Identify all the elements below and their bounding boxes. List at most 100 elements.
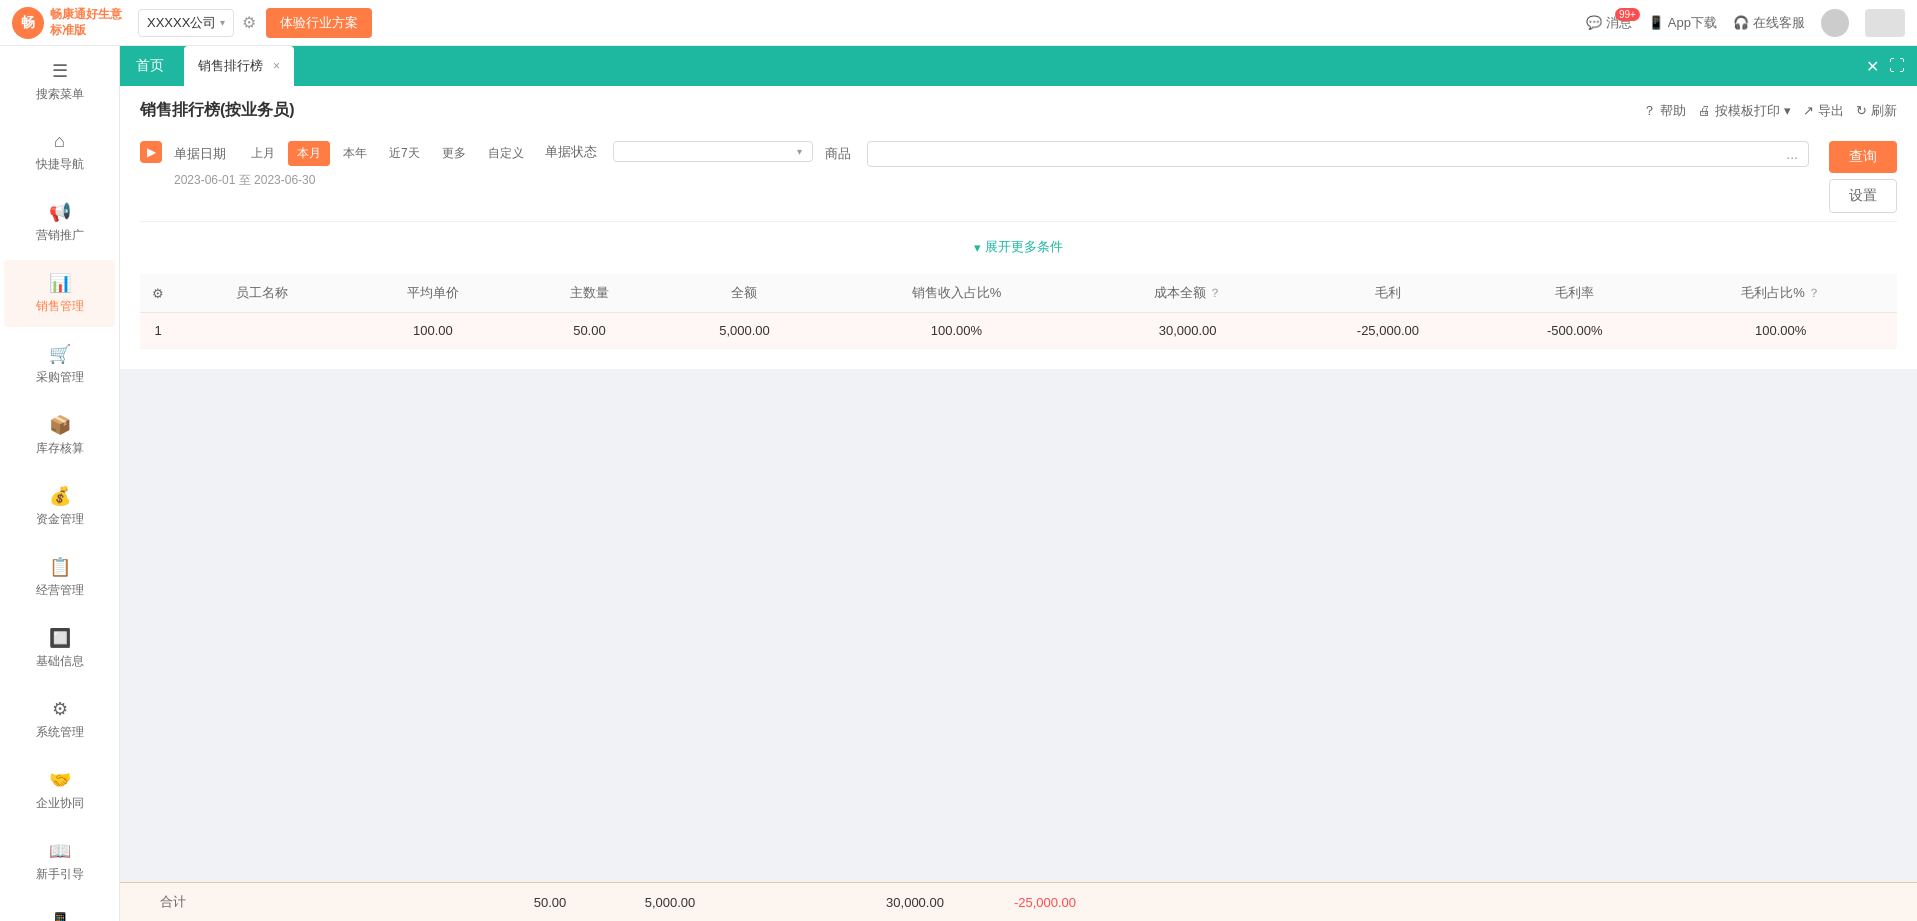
print-chevron-icon: ▾ [1784,103,1791,118]
status-filter-label: 单据状态 [545,143,597,161]
col-gross: 毛利 [1291,274,1485,313]
logo-text: 畅康通好生意 标准版 [50,7,122,38]
page-actions: ？ 帮助 🖨 按模板打印 ▾ ↗ 导出 [1643,102,1897,120]
money-icon: 💰 [49,485,71,507]
app-icon: 📱 [49,911,71,921]
total-label: 合计 [160,893,240,911]
help-button[interactable]: ？ 帮助 [1643,102,1686,120]
handshake-icon: 🤝 [49,769,71,791]
expand-more-button[interactable]: ▾ 展开更多条件 [974,238,1063,256]
col-settings[interactable]: ⚙ [140,274,176,313]
company-selector[interactable]: XXXXX公司 ▾ [138,9,234,37]
online-service-button[interactable]: 🎧 在线客服 [1733,14,1805,32]
sidebar-item-guide[interactable]: 📖 新手引导 [4,828,115,895]
sidebar-item-marketing[interactable]: 📢 营销推广 [4,189,115,256]
tab-home[interactable]: 首页 [120,46,180,86]
goods-filter-group: 商品 ... [825,141,1809,167]
sidebar-item-system[interactable]: ⚙ 系统管理 [4,686,115,753]
sidebar-label-guide: 新手引导 [36,866,84,883]
status-chevron-icon: ▾ [797,146,802,157]
page-header: 销售排行榜(按业务员) ？ 帮助 🖨 按模板打印 ▾ [120,86,1917,131]
cell-name [176,313,347,349]
page-title: 销售排行榜(按业务员) [140,100,295,121]
sidebar-item-appstore[interactable]: 📱 应用中心 [4,899,115,921]
clipboard-icon: 📋 [49,556,71,578]
maximize-icon[interactable]: ⛶ [1889,57,1905,75]
date-filter-group: 单据日期 上月 本月 本年 近7天 更多 自定义 [174,141,533,189]
goods-input[interactable]: ... [867,141,1809,167]
date-tab-custom[interactable]: 自定义 [479,141,533,166]
grosspct-help-icon[interactable]: ？ [1808,286,1820,300]
cell-revenue-pct: 100.00% [829,313,1085,349]
sidebar-item-enterprise[interactable]: 🤝 企业协同 [4,757,115,824]
search-icon: ☰ [52,60,68,82]
table-wrapper: ⚙ 员工名称 平均单价 主数量 全额 销售收入占比% 成本全额 ？ 毛利 毛利率 [120,274,1917,369]
date-tab-thismonth[interactable]: 本月 [288,141,330,166]
goods-filter-label: 商品 [825,145,851,163]
settings-icon: ⚙ [52,698,68,720]
home-icon: ⌂ [54,131,65,152]
data-table: ⚙ 员工名称 平均单价 主数量 全额 销售收入占比% 成本全额 ？ 毛利 毛利率 [140,274,1897,349]
date-tabs: 上月 本月 本年 近7天 更多 自定义 [242,141,533,166]
setting-button[interactable]: 设置 [1829,179,1897,213]
cell-avg-price: 100.00 [347,313,518,349]
cell-cost: 30,000.00 [1084,313,1290,349]
tab-close-icon[interactable]: × [273,59,280,73]
cell-rank: 1 [140,313,176,349]
sidebar-label-finance: 资金管理 [36,511,84,528]
sidebar-item-inventory[interactable]: 📦 库存核算 [4,402,115,469]
cell-gross: -25,000.00 [1291,313,1485,349]
date-filter-label: 单据日期 [174,145,226,163]
sidebar-item-search[interactable]: ☰ 搜索菜单 [4,48,115,115]
logo: 畅 畅康通好生意 标准版 [12,7,122,39]
sidebar-item-basic-info[interactable]: 🔲 基础信息 [4,615,115,682]
sidebar-item-finance[interactable]: 💰 资金管理 [4,473,115,540]
col-employee: 员工名称 [176,274,347,313]
status-select[interactable]: ▾ [613,141,813,162]
message-badge: 99+ [1615,8,1640,21]
col-cost: 成本全额 ？ [1084,274,1290,313]
sidebar-item-purchase[interactable]: 🛒 采购管理 [4,331,115,398]
date-tab-thisyear[interactable]: 本年 [334,141,376,166]
cost-help-icon[interactable]: ？ [1209,286,1221,300]
gear-icon[interactable]: ⚙ [242,13,256,32]
box-icon: 📦 [49,414,71,436]
top-right-area: 💬 消息 99+ 📱 App下载 🎧 在线客服 [1586,9,1905,37]
close-window-icon[interactable]: ✕ [1866,57,1879,76]
goods-more-icon[interactable]: ... [1786,146,1798,162]
date-tab-lastmonth[interactable]: 上月 [242,141,284,166]
cell-gross-rate: -500.00% [1485,313,1664,349]
date-tab-7days[interactable]: 近7天 [380,141,429,166]
book-icon: 📖 [49,840,71,862]
avatar[interactable] [1821,9,1849,37]
sidebar-item-sales[interactable]: 📊 销售管理 [4,260,115,327]
expand-filter-icon[interactable]: ▶ [140,141,162,163]
date-tab-more[interactable]: 更多 [433,141,475,166]
template-print-button[interactable]: 🖨 按模板打印 ▾ [1698,102,1791,120]
mobile-icon: 📱 [1648,15,1664,30]
col-avg-price: 平均单价 [347,274,518,313]
total-qty: 50.00 [490,895,610,910]
status-filter-group: 单据状态 ▾ [545,141,813,162]
refresh-button[interactable]: ↻ 刷新 [1856,102,1897,120]
sidebar-label-quicknav: 快捷导航 [36,156,84,173]
sidebar-item-operations[interactable]: 📋 经营管理 [4,544,115,611]
tab-right-controls: ✕ ⛶ [1866,57,1917,76]
app-download-button[interactable]: 📱 App下载 [1648,14,1717,32]
tab-sales-ranking[interactable]: 销售排行榜 × [184,46,294,86]
expand-chevron-icon: ▾ [974,240,981,255]
cell-gross-pct: 100.00% [1664,313,1897,349]
message-button[interactable]: 💬 消息 99+ [1586,14,1632,32]
sidebar-label-purchase: 采购管理 [36,369,84,386]
sidebar-label-inventory: 库存核算 [36,440,84,457]
filter-section: ▶ 单据日期 上月 本月 本年 近 [120,131,1917,274]
col-gross-pct: 毛利占比% ？ [1664,274,1897,313]
help-icon: ？ [1643,102,1656,120]
total-gross: -25,000.00 [980,895,1110,910]
trial-button[interactable]: 体验行业方案 [266,8,372,38]
query-button[interactable]: 查询 [1829,141,1897,173]
cell-qty: 50.00 [518,313,660,349]
export-button[interactable]: ↗ 导出 [1803,102,1844,120]
col-gross-rate: 毛利率 [1485,274,1664,313]
sidebar-item-quicknav[interactable]: ⌂ 快捷导航 [4,119,115,185]
